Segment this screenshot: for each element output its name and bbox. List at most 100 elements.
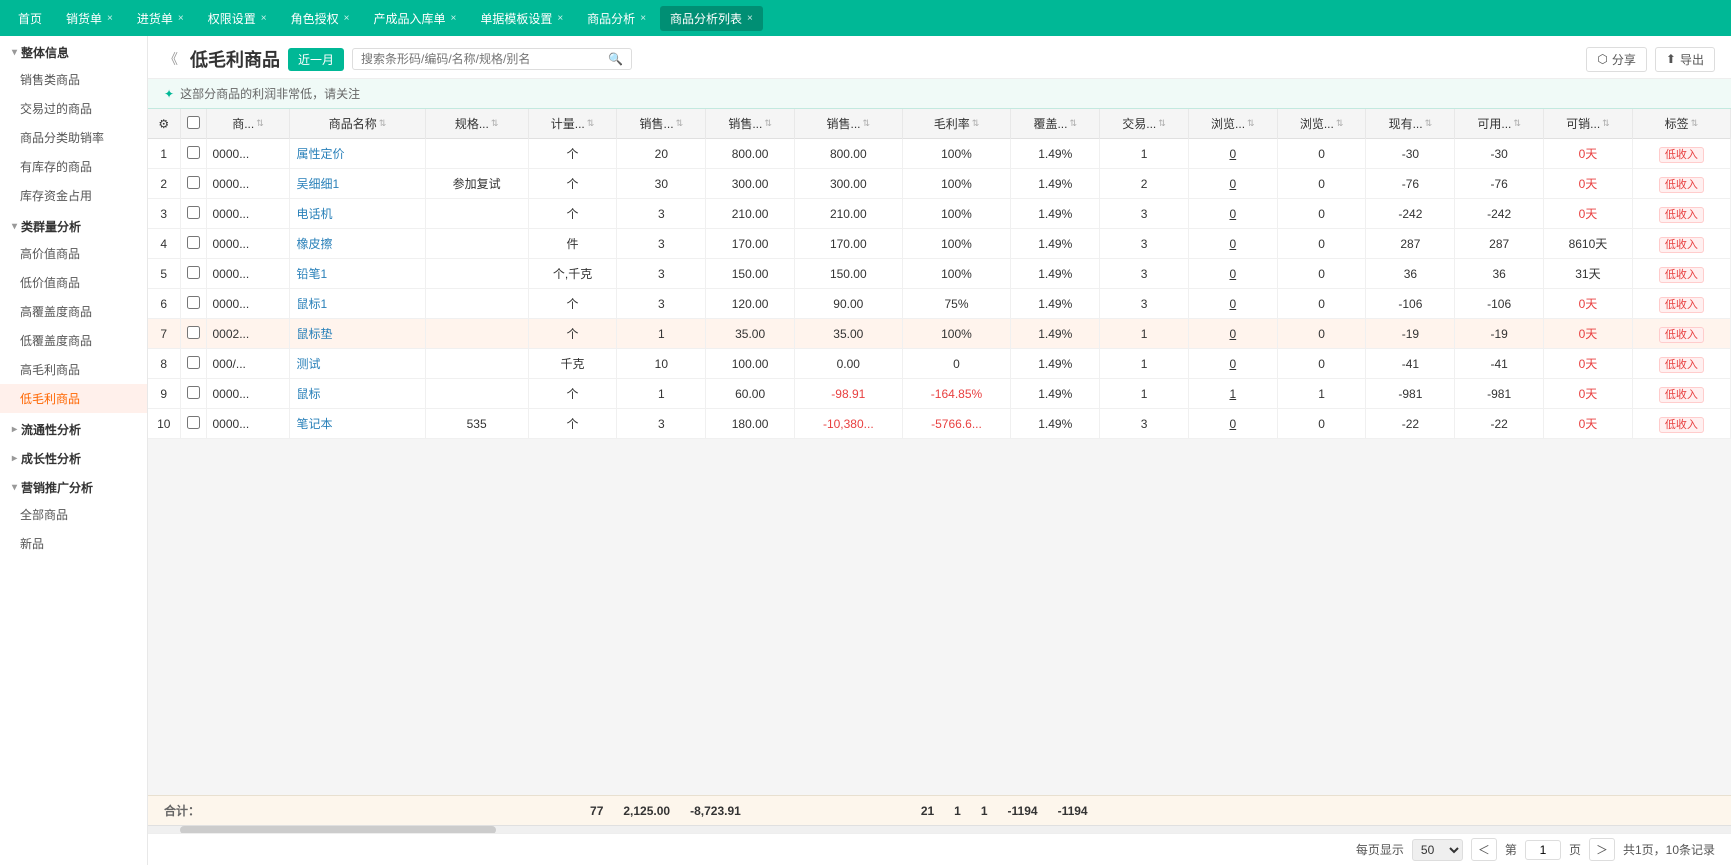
filter-date-button[interactable]: 近一月 (288, 48, 344, 71)
sort-icon-tag[interactable]: ⇅ (1691, 118, 1699, 129)
nav-permissions[interactable]: 权限设置 × (198, 6, 277, 31)
export-button[interactable]: ⬆ 导出 (1655, 47, 1715, 72)
page-size-select[interactable]: 50 100 200 (1412, 839, 1463, 861)
sidebar-item-category-assist[interactable]: 商品分类助销率 (0, 123, 147, 152)
nav-close-template[interactable]: × (557, 13, 563, 24)
col-current-header[interactable]: 现有...⇅ (1366, 109, 1455, 139)
sidebar-item-traded-goods[interactable]: 交易过的商品 (0, 94, 147, 123)
row-name[interactable]: 电话机 (290, 199, 425, 229)
search-input[interactable] (361, 52, 604, 66)
sort-icon-current[interactable]: ⇅ (1425, 118, 1433, 129)
nav-role-auth[interactable]: 角色授权 × (281, 6, 360, 31)
sidebar-section-group[interactable]: ▾ 类群量分析 (0, 210, 147, 239)
sort-icon-gross[interactable]: ⇅ (972, 118, 980, 129)
row-name[interactable]: 鼠标垫 (290, 319, 425, 349)
row-browse1[interactable]: 0 (1188, 229, 1277, 259)
sort-icon-qty[interactable]: ⇅ (676, 118, 684, 129)
prev-page-button[interactable]: ＜ (1471, 838, 1497, 861)
col-sales-qty-header[interactable]: 销售...⇅ (617, 109, 706, 139)
row-name[interactable]: 铅笔1 (290, 259, 425, 289)
row-browse1[interactable]: 0 (1188, 199, 1277, 229)
sidebar-section-overall[interactable]: ▾ 整体信息 (0, 36, 147, 65)
nav-purchase-order[interactable]: 进货单 × (127, 6, 194, 31)
sort-icon-saleable[interactable]: ⇅ (1602, 118, 1610, 129)
nav-close-sales[interactable]: × (107, 13, 113, 24)
nav-product-analysis-list[interactable]: 商品分析列表 × (660, 6, 763, 31)
col-coverage-header[interactable]: 覆盖...⇅ (1011, 109, 1100, 139)
nav-close-permissions[interactable]: × (261, 13, 267, 24)
select-all-checkbox[interactable] (187, 116, 200, 129)
row-checkbox[interactable] (187, 386, 200, 399)
nav-close-product-in[interactable]: × (450, 13, 456, 24)
sidebar-item-high-value[interactable]: 高价值商品 (0, 239, 147, 268)
sidebar-item-in-stock[interactable]: 有库存的商品 (0, 152, 147, 181)
row-browse1[interactable]: 0 (1188, 409, 1277, 439)
sort-icon-trans[interactable]: ⇅ (1158, 118, 1166, 129)
sort-icon-browse2[interactable]: ⇅ (1336, 118, 1344, 129)
row-checkbox[interactable] (187, 176, 200, 189)
page-number-input[interactable] (1525, 840, 1561, 860)
col-spec-header[interactable]: 规格...⇅ (425, 109, 528, 139)
sidebar-item-sales-goods[interactable]: 销售类商品 (0, 65, 147, 94)
sidebar-item-low-gross[interactable]: 低毛利商品 (0, 384, 147, 413)
row-checkbox[interactable] (187, 146, 200, 159)
sidebar-item-high-gross[interactable]: 高毛利商品 (0, 355, 147, 384)
sort-icon-unit[interactable]: ⇅ (587, 118, 595, 129)
nav-sales-order[interactable]: 销货单 × (56, 6, 123, 31)
sort-icon-available[interactable]: ⇅ (1513, 118, 1521, 129)
row-browse1[interactable]: 1 (1188, 379, 1277, 409)
sidebar-item-low-value[interactable]: 低价值商品 (0, 268, 147, 297)
sidebar-item-new-goods[interactable]: 新品 (0, 529, 147, 558)
row-browse1[interactable]: 0 (1188, 319, 1277, 349)
row-name[interactable]: 笔记本 (290, 409, 425, 439)
sort-icon-name[interactable]: ⇅ (379, 118, 387, 129)
col-transactions-header[interactable]: 交易...⇅ (1100, 109, 1189, 139)
row-browse1[interactable]: 0 (1188, 169, 1277, 199)
nav-product-analysis[interactable]: 商品分析 × (577, 6, 656, 31)
nav-home[interactable]: 首页 (8, 6, 52, 31)
row-browse1[interactable]: 0 (1188, 259, 1277, 289)
row-checkbox[interactable] (187, 326, 200, 339)
sidebar-section-flow[interactable]: ▸ 流通性分析 (0, 413, 147, 442)
sort-icon-browse1[interactable]: ⇅ (1247, 118, 1255, 129)
sort-icon-amount[interactable]: ⇅ (863, 118, 871, 129)
sort-icon-spec[interactable]: ⇅ (491, 118, 499, 129)
row-checkbox[interactable] (187, 296, 200, 309)
row-name[interactable]: 鼠标1 (290, 289, 425, 319)
row-name[interactable]: 吴细细1 (290, 169, 425, 199)
col-name-header[interactable]: 商品名称⇅ (290, 109, 425, 139)
row-checkbox[interactable] (187, 416, 200, 429)
nav-close-analysis[interactable]: × (640, 13, 646, 24)
col-gross-rate-header[interactable]: 毛利率⇅ (902, 109, 1011, 139)
row-checkbox[interactable] (187, 206, 200, 219)
col-settings[interactable]: ⚙ (148, 109, 180, 139)
share-button[interactable]: ⬡ 分享 (1586, 47, 1647, 72)
col-browse1-header[interactable]: 浏览...⇅ (1188, 109, 1277, 139)
horizontal-scrollbar[interactable] (148, 825, 1731, 833)
row-browse1[interactable]: 0 (1188, 289, 1277, 319)
sidebar-section-growth[interactable]: ▸ 成长性分析 (0, 442, 147, 471)
row-browse1[interactable]: 0 (1188, 139, 1277, 169)
nav-close-purchase[interactable]: × (178, 13, 184, 24)
nav-product-in[interactable]: 产成品入库单 × (363, 6, 466, 31)
next-page-button[interactable]: ＞ (1589, 838, 1615, 861)
row-checkbox[interactable] (187, 266, 200, 279)
sidebar-item-low-coverage[interactable]: 低覆盖度商品 (0, 326, 147, 355)
sidebar-item-high-coverage[interactable]: 高覆盖度商品 (0, 297, 147, 326)
sidebar-section-marketing[interactable]: ▾ 营销推广分析 (0, 471, 147, 500)
settings-icon[interactable]: ⚙ (158, 117, 169, 131)
nav-close-analysis-list[interactable]: × (747, 13, 753, 24)
row-checkbox[interactable] (187, 236, 200, 249)
sidebar-item-stock-capital[interactable]: 库存资金占用 (0, 181, 147, 210)
row-name[interactable]: 测试 (290, 349, 425, 379)
nav-template-settings[interactable]: 单据模板设置 × (470, 6, 573, 31)
row-name[interactable]: 橡皮擦 (290, 229, 425, 259)
col-browse2-header[interactable]: 浏览...⇅ (1277, 109, 1366, 139)
row-name[interactable]: 属性定价 (290, 139, 425, 169)
row-checkbox[interactable] (187, 356, 200, 369)
sort-icon-price[interactable]: ⇅ (764, 118, 772, 129)
sort-icon-code[interactable]: ⇅ (256, 118, 264, 129)
search-icon[interactable]: 🔍 (608, 52, 623, 66)
col-sales-price-header[interactable]: 销售...⇅ (706, 109, 795, 139)
col-available-header[interactable]: 可用...⇅ (1455, 109, 1544, 139)
